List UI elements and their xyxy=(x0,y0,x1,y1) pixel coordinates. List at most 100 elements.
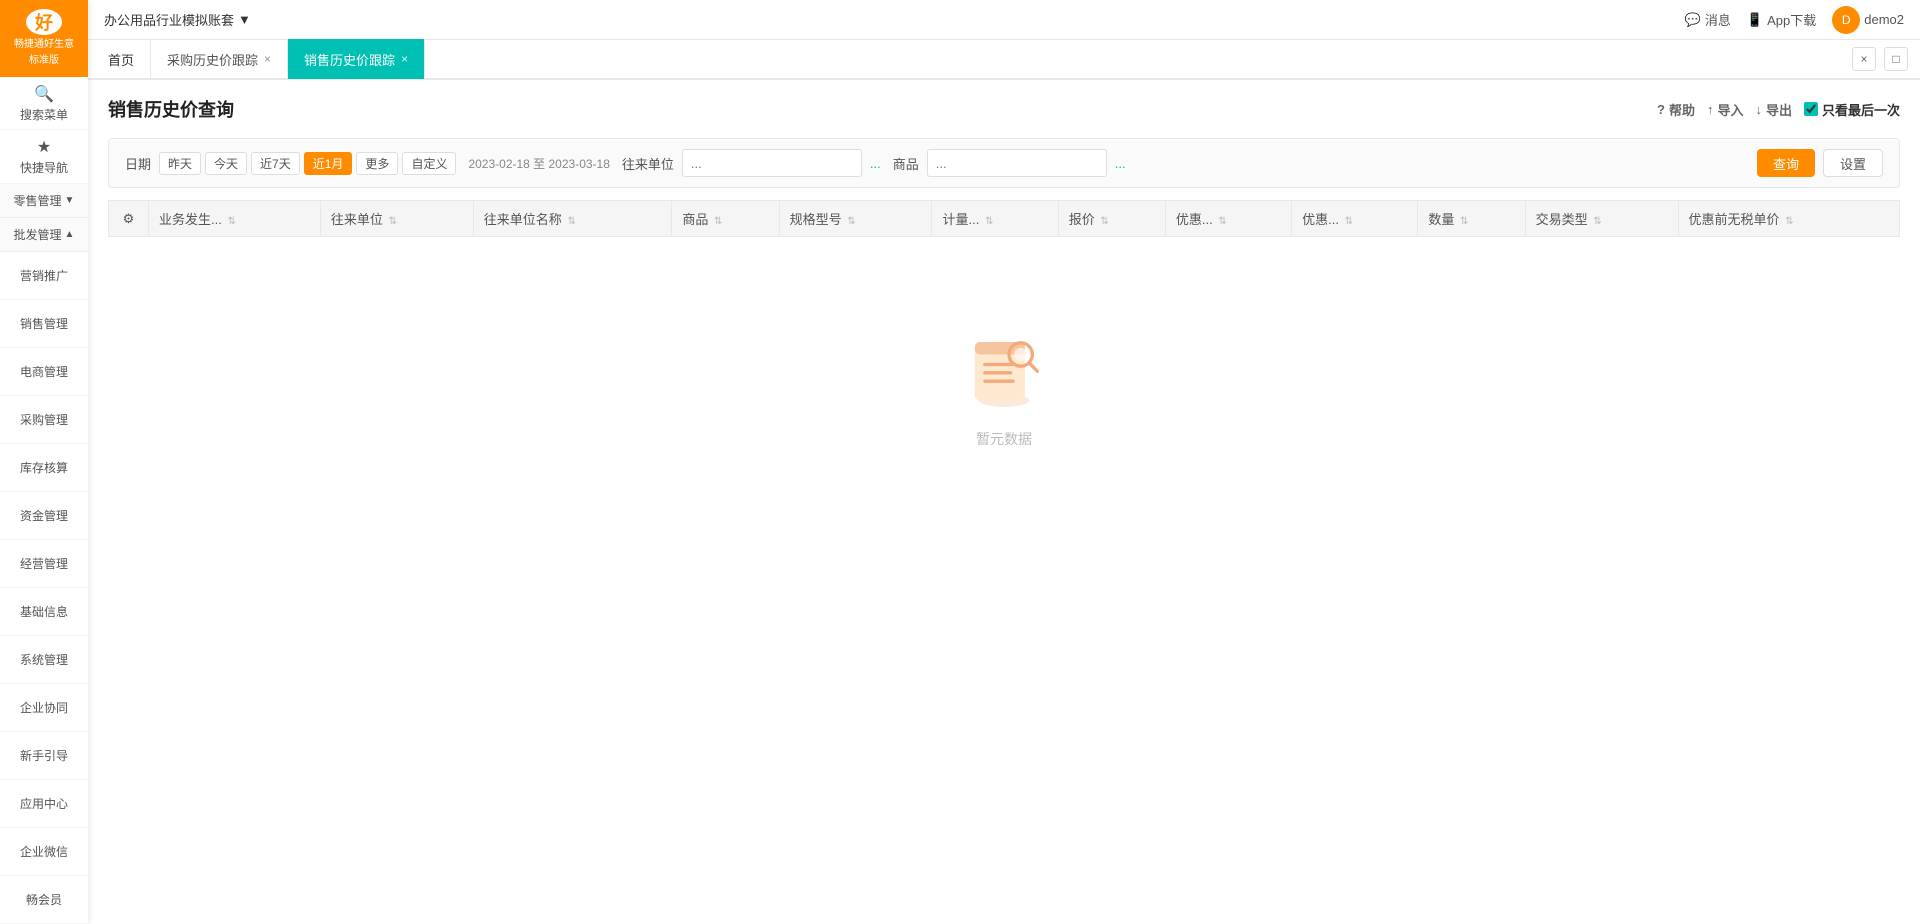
partner-input[interactable] xyxy=(682,149,862,177)
col-partner-code[interactable]: 往来单位 ⇅ xyxy=(320,201,473,237)
sidebar-item-operations[interactable]: 经营管理 xyxy=(0,540,88,588)
sidebar-item-quick-nav[interactable]: ★ 快捷导航 xyxy=(0,130,88,184)
date-btn-more[interactable]: 更多 xyxy=(356,152,398,175)
sidebar-item-wholesale[interactable]: 批发管理 ▲ xyxy=(0,218,88,252)
basic-info-label: 基础信息 xyxy=(20,603,68,620)
message-icon: 💬 xyxy=(1685,12,1701,28)
col-unit[interactable]: 计量... ⇅ xyxy=(932,201,1058,237)
page-title-actions: ? 帮助 ↑ 导入 ↓ 导出 只看最后一次 xyxy=(1657,100,1900,119)
col-biz-date-label: 业务发生... xyxy=(159,212,222,227)
tab-purchase-close-btn[interactable]: × xyxy=(264,53,271,65)
sidebar-item-purchase[interactable]: 采购管理 xyxy=(0,396,88,444)
sidebar-item-system[interactable]: 系统管理 xyxy=(0,636,88,684)
export-icon: ↓ xyxy=(1755,102,1762,117)
help-btn[interactable]: ? 帮助 xyxy=(1657,100,1695,119)
retail-label: 零售管理 xyxy=(14,192,62,209)
sort-arrows-partner-name: ⇅ xyxy=(567,216,575,227)
col-pretax-price[interactable]: 优惠前无税单价 ⇅ xyxy=(1678,201,1900,237)
app-download-btn[interactable]: 📱 App下载 xyxy=(1747,10,1816,29)
window-close-btn[interactable]: × xyxy=(1852,47,1876,71)
tab-sales-close-btn[interactable]: × xyxy=(401,53,408,65)
sidebar-item-search-menu[interactable]: 🔍 搜索菜单 xyxy=(0,77,88,131)
col-biz-date[interactable]: 业务发生... ⇅ xyxy=(149,201,321,237)
sidebar-item-member[interactable]: 畅会员 xyxy=(0,876,88,924)
wholesale-arrow-icon: ▲ xyxy=(65,229,75,240)
sidebar-item-app-center[interactable]: 应用中心 xyxy=(0,780,88,828)
import-label: 导入 xyxy=(1717,100,1743,119)
date-range-display: 2023-02-18 至 2023-03-18 xyxy=(468,155,609,172)
app-logo: 好 畅捷通好生意 标准版 xyxy=(0,0,88,77)
sidebar-item-newbie[interactable]: 新手引导 xyxy=(0,732,88,780)
newbie-label: 新手引导 xyxy=(20,747,68,764)
sidebar: 好 畅捷通好生意 标准版 🔍 搜索菜单 ★ 快捷导航 零售管理 ▼ 批发管理 ▲… xyxy=(0,0,88,924)
date-btn-yesterday[interactable]: 昨天 xyxy=(159,152,201,175)
sidebar-item-corp-wechat[interactable]: 企业微信 xyxy=(0,828,88,876)
col-spec[interactable]: 规格型号 ⇅ xyxy=(779,201,932,237)
account-selector[interactable]: 办公用品行业模拟账套 ▼ xyxy=(104,10,251,29)
sidebar-item-basic-info[interactable]: 基础信息 xyxy=(0,588,88,636)
col-price-label: 报价 xyxy=(1069,212,1095,227)
sort-arrows-discount1: ⇅ xyxy=(1218,216,1226,227)
sidebar-item-inventory[interactable]: 库存核算 xyxy=(0,444,88,492)
col-discount1[interactable]: 优惠... ⇅ xyxy=(1165,201,1291,237)
message-btn[interactable]: 💬 消息 xyxy=(1685,10,1731,29)
goods-input[interactable] xyxy=(927,149,1107,177)
tab-purchase-history[interactable]: 采购历史价跟踪 × xyxy=(151,39,288,79)
account-dropdown-icon: ▼ xyxy=(238,12,251,27)
settings-btn[interactable]: 设置 xyxy=(1823,149,1883,177)
data-table: ⚙ 业务发生... ⇅ 往来单位 ⇅ 往来单位名称 ⇅ xyxy=(108,200,1900,529)
sidebar-item-retail[interactable]: 零售管理 ▼ xyxy=(0,184,88,218)
page-title: 销售历史价查询 xyxy=(108,96,234,122)
col-unit-label: 计量... xyxy=(942,212,979,227)
tab-sales-history[interactable]: 销售历史价跟踪 × xyxy=(288,39,425,79)
member-label: 畅会员 xyxy=(26,891,62,908)
sidebar-item-marketing[interactable]: 营销推广 xyxy=(0,252,88,300)
tab-bar: 首页 采购历史价跟踪 × 销售历史价跟踪 × × □ xyxy=(88,40,1920,80)
partner-ellipsis-btn[interactable]: ... xyxy=(870,156,881,171)
window-maximize-btn[interactable]: □ xyxy=(1884,47,1908,71)
sidebar-item-sales-mgmt[interactable]: 销售管理 xyxy=(0,300,88,348)
system-label: 系统管理 xyxy=(20,651,68,668)
ecommerce-label: 电商管理 xyxy=(20,363,68,380)
filter-bar: 日期 昨天 今天 近7天 近1月 更多 自定义 2023-02-18 至 202… xyxy=(108,138,1900,188)
table-header: ⚙ 业务发生... ⇅ 往来单位 ⇅ 往来单位名称 ⇅ xyxy=(109,201,1900,237)
empty-state-text: 暂元数据 xyxy=(976,429,1032,449)
sidebar-item-finance[interactable]: 资金管理 xyxy=(0,492,88,540)
account-name: 办公用品行业模拟账套 xyxy=(104,10,234,29)
import-btn[interactable]: ↑ 导入 xyxy=(1707,100,1744,119)
user-menu[interactable]: D demo2 xyxy=(1832,6,1904,34)
col-price[interactable]: 报价 ⇅ xyxy=(1058,201,1165,237)
date-btn-custom[interactable]: 自定义 xyxy=(402,152,456,175)
date-btn-today[interactable]: 今天 xyxy=(205,152,247,175)
quick-nav-icon: ★ xyxy=(37,137,51,157)
date-btn-last7[interactable]: 近7天 xyxy=(251,152,300,175)
sidebar-item-label-quick: 快捷导航 xyxy=(20,159,68,176)
finance-label: 资金管理 xyxy=(20,507,68,524)
tab-home[interactable]: 首页 xyxy=(92,39,151,79)
only-last-checkbox[interactable] xyxy=(1804,102,1818,116)
sidebar-item-ecommerce[interactable]: 电商管理 xyxy=(0,348,88,396)
export-btn[interactable]: ↓ 导出 xyxy=(1755,100,1792,119)
col-spec-label: 规格型号 xyxy=(790,212,842,227)
col-trade-type[interactable]: 交易类型 ⇅ xyxy=(1525,201,1678,237)
date-label: 日期 xyxy=(125,154,151,173)
corp-wechat-label: 企业微信 xyxy=(20,843,68,860)
col-qty[interactable]: 数量 ⇅ xyxy=(1418,201,1525,237)
col-partner-name[interactable]: 往来单位名称 ⇅ xyxy=(473,201,672,237)
date-options: 昨天 今天 近7天 近1月 更多 自定义 xyxy=(159,152,456,175)
col-pretax-price-label: 优惠前无税单价 xyxy=(1689,212,1780,227)
date-btn-last1m[interactable]: 近1月 xyxy=(304,152,353,175)
col-discount2-label: 优惠... xyxy=(1302,212,1339,227)
col-goods[interactable]: 商品 ⇅ xyxy=(672,201,779,237)
sidebar-item-enterprise[interactable]: 企业协同 xyxy=(0,684,88,732)
col-settings[interactable]: ⚙ xyxy=(109,201,149,237)
goods-ellipsis-btn[interactable]: ... xyxy=(1115,156,1126,171)
table-header-row: ⚙ 业务发生... ⇅ 往来单位 ⇅ 往来单位名称 ⇅ xyxy=(109,201,1900,237)
query-btn[interactable]: 查询 xyxy=(1757,149,1815,177)
col-discount2[interactable]: 优惠... ⇅ xyxy=(1292,201,1418,237)
search-menu-icon: 🔍 xyxy=(34,84,54,104)
import-icon: ↑ xyxy=(1707,102,1714,117)
wholesale-label: 批发管理 xyxy=(14,226,62,243)
sort-arrows-discount2: ⇅ xyxy=(1345,216,1353,227)
sort-arrows-qty: ⇅ xyxy=(1460,216,1468,227)
